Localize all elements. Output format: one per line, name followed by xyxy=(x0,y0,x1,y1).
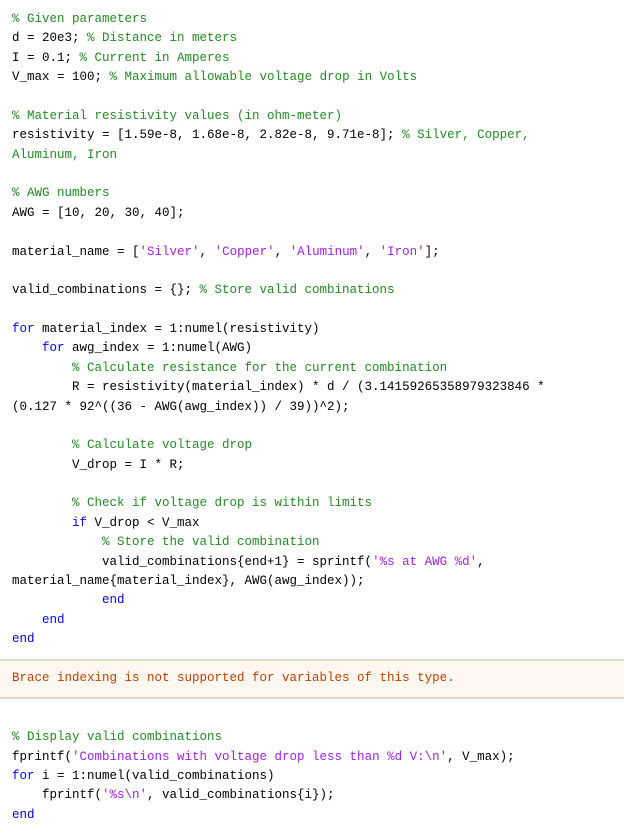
code-line: V_max = 100; % Maximum allowable voltage… xyxy=(12,68,612,87)
code-line: d = 20e3; % Distance in meters xyxy=(12,29,612,48)
code-line: % Store the valid combination xyxy=(12,533,612,552)
error-message: Brace indexing is not supported for vari… xyxy=(12,671,455,685)
code-line: if V_drop < V_max xyxy=(12,514,612,533)
code-line xyxy=(12,88,612,107)
code-line: material_name{material_index}, AWG(awg_i… xyxy=(12,572,612,591)
code-line xyxy=(12,709,612,728)
code-line: end xyxy=(12,611,612,630)
code-line: valid_combinations{end+1} = sprintf('%s … xyxy=(12,553,612,572)
code-line: % Display valid combinations xyxy=(12,728,612,747)
code-line: % Calculate resistance for the current c… xyxy=(12,359,612,378)
code-line: % Check if voltage drop is within limits xyxy=(12,494,612,513)
code-line: R = resistivity(material_index) * d / (3… xyxy=(12,378,612,397)
code-line: material_name = ['Silver', 'Copper', 'Al… xyxy=(12,243,612,262)
code-line: V_drop = I * R; xyxy=(12,456,612,475)
output-code-block: % Display valid combinations fprintf('Co… xyxy=(0,698,624,835)
error-block: Brace indexing is not supported for vari… xyxy=(0,660,624,697)
code-line xyxy=(12,417,612,436)
code-line: for material_index = 1:numel(resistivity… xyxy=(12,320,612,339)
code-line: end xyxy=(12,630,612,649)
code-line: % Material resistivity values (in ohm-me… xyxy=(12,107,612,126)
code-line: for awg_index = 1:numel(AWG) xyxy=(12,339,612,358)
code-line: resistivity = [1.59e-8, 1.68e-8, 2.82e-8… xyxy=(12,126,612,145)
code-line: end xyxy=(12,591,612,610)
code-line xyxy=(12,223,612,242)
code-line: fprintf('%s\n', valid_combinations{i}); xyxy=(12,786,612,805)
code-line: Aluminum, Iron xyxy=(12,146,612,165)
code-line: AWG = [10, 20, 30, 40]; xyxy=(12,204,612,223)
code-line: end xyxy=(12,806,612,825)
code-line xyxy=(12,262,612,281)
code-line: % Given parameters xyxy=(12,10,612,29)
main-code-block: % Given parameters d = 20e3; % Distance … xyxy=(0,0,624,660)
code-line xyxy=(12,301,612,320)
code-line xyxy=(12,165,612,184)
code-line: I = 0.1; % Current in Amperes xyxy=(12,49,612,68)
code-line: (0.127 * 92^((36 - AWG(awg_index)) / 39)… xyxy=(12,398,612,417)
code-line: for i = 1:numel(valid_combinations) xyxy=(12,767,612,786)
code-line: fprintf('Combinations with voltage drop … xyxy=(12,748,612,767)
code-line: % AWG numbers xyxy=(12,184,612,203)
code-line xyxy=(12,475,612,494)
code-line: valid_combinations = {}; % Store valid c… xyxy=(12,281,612,300)
code-line: % Calculate voltage drop xyxy=(12,436,612,455)
